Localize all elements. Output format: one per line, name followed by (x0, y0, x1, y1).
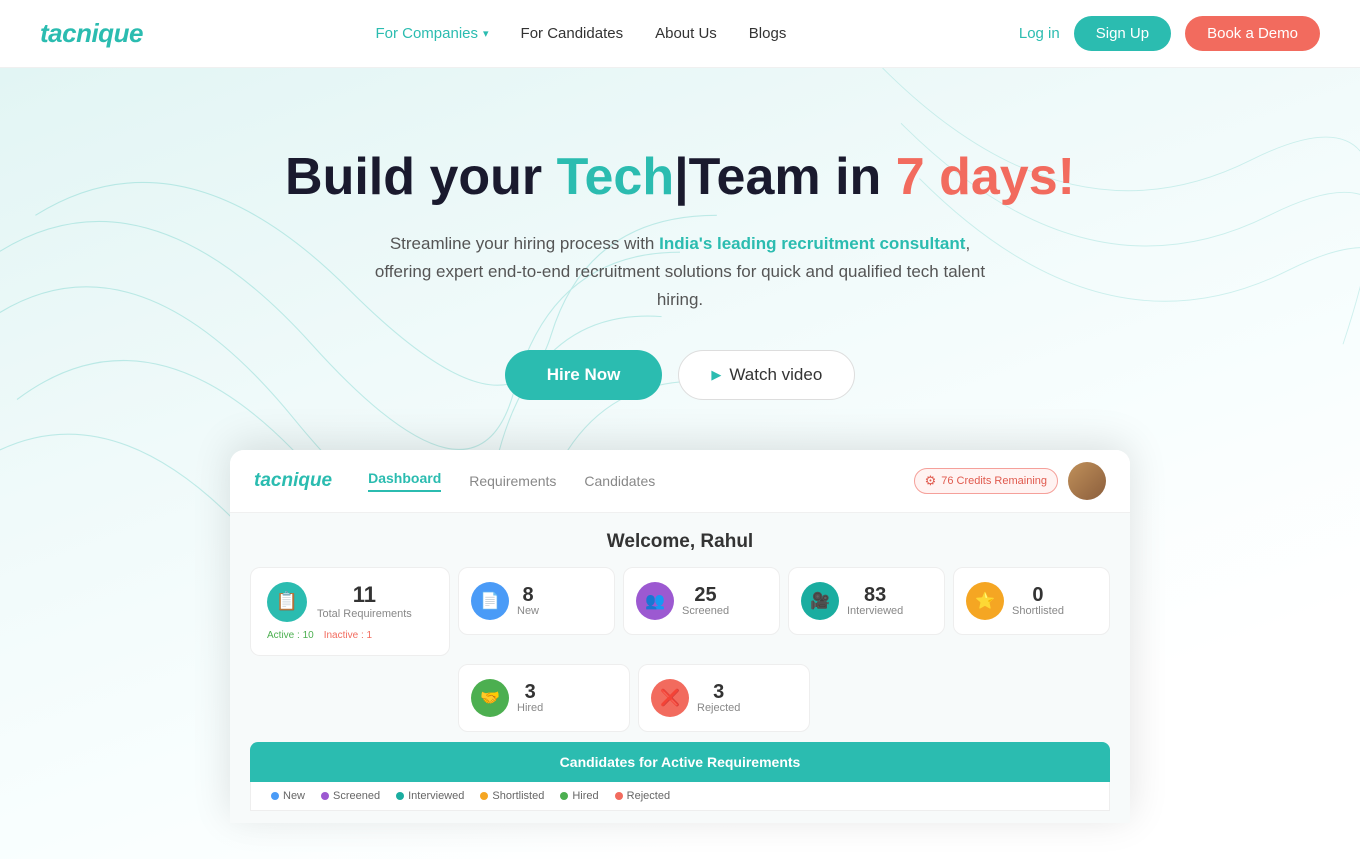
dashboard-right: ⚙ 76 Credits Remaining (914, 462, 1106, 500)
signup-button[interactable]: Sign Up (1074, 16, 1171, 51)
legend-rejected: Rejected (615, 790, 670, 802)
stat-number-new: 8 (517, 585, 539, 605)
dashboard-tab-dashboard[interactable]: Dashboard (368, 470, 441, 492)
stat-card-interviewed: 🎥 83 Interviewed (788, 567, 945, 635)
stat-label-screened: Screened (682, 605, 729, 617)
candidates-section: Candidates for Active Requirements New S… (250, 742, 1110, 811)
login-button[interactable]: Log in (1019, 25, 1060, 42)
stat-number-hired: 3 (517, 682, 543, 702)
hero-title: Build your Tech|Team in 7 days! (285, 148, 1075, 208)
dashboard-mockup: tacnique Dashboard Requirements Candidat… (230, 450, 1130, 823)
nav-label-about-us: About Us (655, 25, 717, 42)
watch-video-button[interactable]: ▶ Watch video (678, 350, 855, 400)
chevron-down-icon: ▾ (483, 27, 489, 40)
nav-label-blogs: Blogs (749, 25, 787, 42)
stat-card-shortlisted: ⭐ 0 Shortlisted (953, 567, 1110, 635)
stat-icon-new: 📄 (471, 582, 509, 620)
dashboard-body: Welcome, Rahul 📋 11 Total Requirements (230, 513, 1130, 823)
legend-new: New (271, 790, 305, 802)
nav-label-for-candidates: For Candidates (521, 25, 624, 42)
stat-label-hired: Hired (517, 702, 543, 714)
hero-buttons: Hire Now ▶ Watch video (505, 350, 856, 400)
candidates-title: Candidates for Active Requirements (560, 754, 801, 770)
stat-icon-total: 📋 (267, 582, 307, 622)
dashboard-tab-requirements[interactable]: Requirements (469, 473, 556, 489)
legend-row: New Screened Interviewed Shortliste (250, 782, 1110, 811)
legend-interviewed: Interviewed (396, 790, 464, 802)
hero-title-divider: | (674, 148, 689, 206)
nav-item-blogs[interactable]: Blogs (749, 25, 787, 42)
legend-interviewed-label: Interviewed (408, 790, 464, 802)
credits-text: 76 Credits Remaining (941, 475, 1047, 487)
avatar (1068, 462, 1106, 500)
dashboard-tab-requirements-label: Requirements (469, 473, 556, 489)
stat-card-total: 📋 11 Total Requirements Active : 10 Inac… (250, 567, 450, 656)
stat-icon-hired: 🤝 (471, 679, 509, 717)
stat-card-rejected: ❌ 3 Rejected (638, 664, 810, 732)
legend-screened: Screened (321, 790, 380, 802)
stat-label-total: Total Requirements (317, 608, 412, 620)
legend-screened-label: Screened (333, 790, 380, 802)
stat-label-rejected: Rejected (697, 702, 740, 714)
stat-label-new: New (517, 605, 539, 617)
subtitle-before: Streamline your hiring process with (390, 234, 659, 253)
legend-hired-label: Hired (572, 790, 598, 802)
stat-number-screened: 25 (682, 585, 729, 605)
legend-new-label: New (283, 790, 305, 802)
nav-actions: Log in Sign Up Book a Demo (1019, 16, 1320, 51)
credits-icon: ⚙ (925, 473, 937, 489)
hero-title-part2: Team in (689, 148, 896, 206)
hero-section: Build your Tech|Team in 7 days! Streamli… (0, 68, 1360, 859)
logo[interactable]: tacnique (40, 18, 143, 49)
hero-title-orange: 7 days! (896, 148, 1075, 206)
stat-icon-screened: 👥 (636, 582, 674, 620)
welcome-text: Welcome, Rahul (250, 531, 1110, 553)
dashboard-navbar: tacnique Dashboard Requirements Candidat… (230, 450, 1130, 513)
dashboard-tab-dashboard-label: Dashboard (368, 470, 441, 486)
legend-shortlisted-label: Shortlisted (492, 790, 544, 802)
stat-label-shortlisted: Shortlisted (1012, 605, 1064, 617)
stat-number-rejected: 3 (697, 682, 740, 702)
stat-number-total: 11 (317, 584, 412, 606)
candidates-bar: Candidates for Active Requirements (250, 742, 1110, 782)
stat-card-screened: 👥 25 Screened (623, 567, 780, 635)
stat-card-hired: 🤝 3 Hired (458, 664, 630, 732)
watch-video-label: Watch video (729, 365, 822, 385)
dashboard-logo: tacnique (254, 470, 332, 492)
hero-content: Build your Tech|Team in 7 days! Streamli… (230, 68, 1130, 823)
stat-icon-interviewed: 🎥 (801, 582, 839, 620)
book-demo-button[interactable]: Book a Demo (1185, 16, 1320, 51)
stat-label-interviewed: Interviewed (847, 605, 903, 617)
legend-hired: Hired (560, 790, 598, 802)
stats-row-1: 📋 11 Total Requirements Active : 10 Inac… (250, 567, 1110, 656)
stat-number-interviewed: 83 (847, 585, 903, 605)
subtitle-highlight: India's leading recruitment consultant (659, 234, 965, 253)
hero-title-part1: Build your (285, 148, 557, 206)
dashboard-tab-candidates-label: Candidates (584, 473, 655, 489)
stat-icon-shortlisted: ⭐ (966, 582, 1004, 620)
nav-label-for-companies: For Companies (375, 25, 478, 42)
nav-links: For Companies ▾ For Candidates About Us … (375, 25, 786, 42)
nav-item-for-companies[interactable]: For Companies ▾ (375, 25, 488, 42)
stat-card-new: 📄 8 New (458, 567, 615, 635)
nav-item-about-us[interactable]: About Us (655, 25, 717, 42)
nav-item-for-candidates[interactable]: For Candidates (521, 25, 624, 42)
stats-row-2: 🤝 3 Hired ❌ 3 Rejected (250, 664, 1110, 732)
hire-now-button[interactable]: Hire Now (505, 350, 663, 400)
play-icon: ▶ (711, 367, 721, 383)
stat-icon-rejected: ❌ (651, 679, 689, 717)
legend-rejected-label: Rejected (627, 790, 670, 802)
legend-shortlisted: Shortlisted (480, 790, 544, 802)
dashboard-tab-candidates[interactable]: Candidates (584, 473, 655, 489)
inactive-badge: Inactive : 1 (324, 630, 372, 641)
hero-title-teal: Tech (557, 148, 675, 206)
active-badge: Active : 10 (267, 630, 314, 641)
credits-badge: ⚙ 76 Credits Remaining (914, 468, 1058, 494)
stat-number-shortlisted: 0 (1012, 585, 1064, 605)
navbar: tacnique For Companies ▾ For Candidates … (0, 0, 1360, 68)
hero-subtitle: Streamline your hiring process with Indi… (360, 230, 1000, 314)
